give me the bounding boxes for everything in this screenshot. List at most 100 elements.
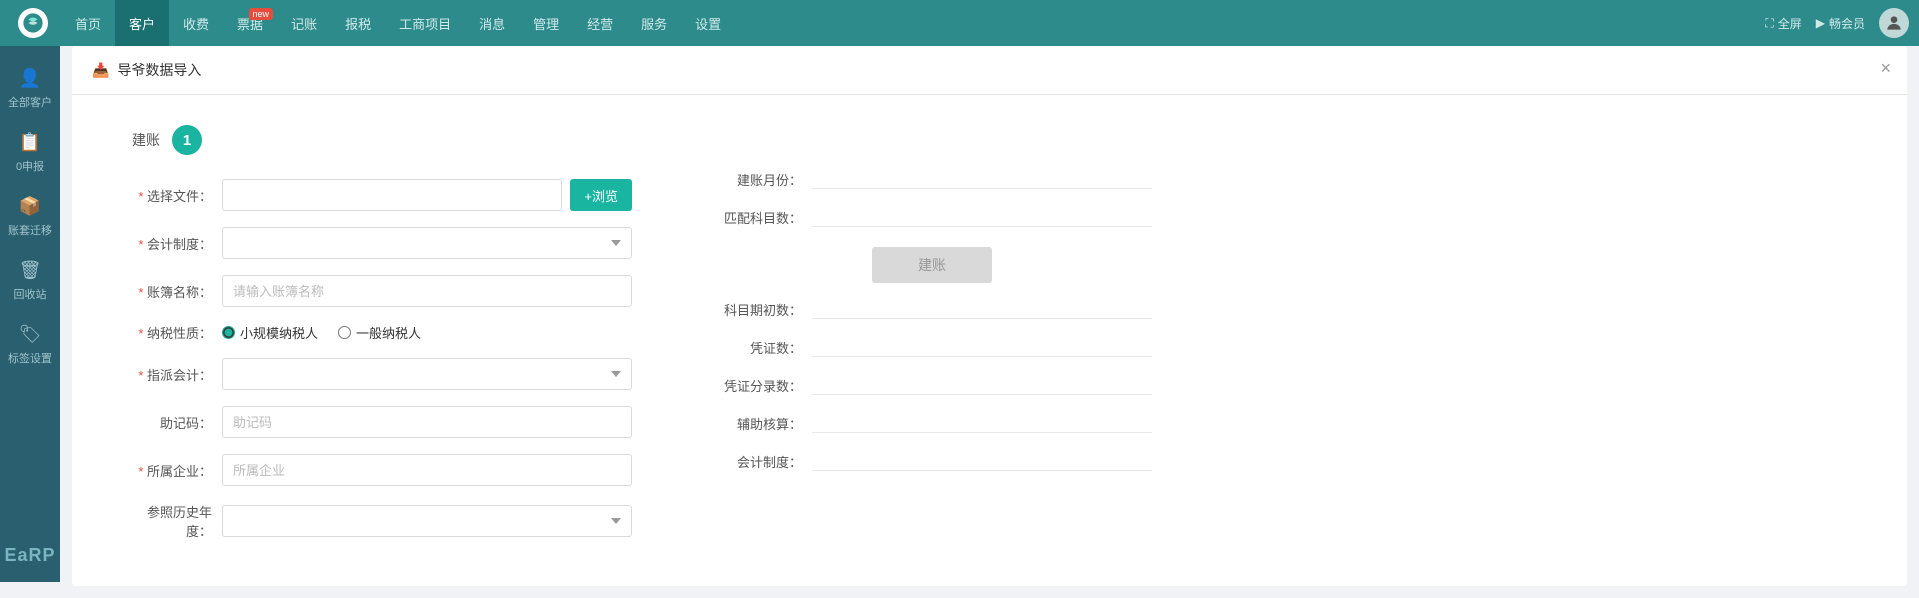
tax-type-control: 小规模纳税人 一般纳税人 — [222, 323, 632, 342]
voucher-label: 凭证数： — [712, 338, 812, 357]
membership-btn[interactable]: ▶ 畅会员 — [1816, 15, 1865, 32]
nav-item-fee[interactable]: 收费 — [169, 0, 223, 46]
top-nav: 首页 客户 收费 票据 new 记账 报税 工商项目 消息 管理 经营 服务 设… — [0, 0, 1919, 46]
file-label: 选择文件： — [132, 186, 222, 205]
tax-type-row: 纳税性质： 小规模纳税人 一般纳税人 — [132, 323, 632, 342]
step-header: 建账 1 — [132, 125, 632, 155]
ledger-name-input[interactable] — [222, 275, 632, 307]
match-subjects-row: 匹配科目数： — [712, 207, 1152, 227]
match-subjects-value — [812, 207, 1152, 227]
page-area: 📥 导爷数据导入 × 建账 1 选择文件： +浏览 — [72, 46, 1907, 586]
sidebar-item-all-clients[interactable]: 👤 全部客户 — [0, 56, 60, 120]
memo-control — [222, 406, 632, 438]
nav-item-biz[interactable]: 工商项目 — [385, 0, 465, 46]
setup-month-value — [812, 169, 1152, 189]
nav-item-tax[interactable]: 报税 — [331, 0, 385, 46]
voucher-entries-value — [812, 375, 1152, 395]
file-select-row: 选择文件： +浏览 — [132, 179, 632, 211]
company-input[interactable] — [222, 454, 632, 486]
browse-button[interactable]: +浏览 — [570, 179, 632, 211]
memo-label: 助记码： — [132, 413, 222, 432]
form-left: 建账 1 选择文件： +浏览 会计制度： — [132, 125, 632, 556]
nav-items: 首页 客户 收费 票据 new 记账 报税 工商项目 消息 管理 经营 服务 设… — [61, 0, 1765, 46]
sidebar: 👤 全部客户 📋 0申报 📦 账套迁移 🗑 回收站 🏷 标签设置 EaRP — [0, 46, 60, 582]
ledger-name-control — [222, 275, 632, 307]
membership-icon: ▶ — [1816, 16, 1825, 30]
accounting-system-select[interactable] — [222, 227, 632, 259]
accounting-system-label: 会计制度： — [132, 234, 222, 253]
radio-small-tax-input[interactable] — [222, 326, 235, 339]
user-avatar[interactable] — [1879, 8, 1909, 38]
history-year-select[interactable] — [222, 505, 632, 537]
auxiliary-value — [812, 413, 1152, 433]
page-title: 导爷数据导入 — [117, 60, 201, 80]
page-header: 📥 导爷数据导入 — [72, 46, 1907, 95]
nav-item-manage[interactable]: 管理 — [519, 0, 573, 46]
nav-item-invoice[interactable]: 票据 new — [223, 0, 277, 46]
close-button[interactable]: × — [1880, 58, 1891, 79]
nav-item-operation[interactable]: 经营 — [573, 0, 627, 46]
voucher-entries-row: 凭证分录数： — [712, 375, 1152, 395]
subject-initial-row: 科目期初数： — [712, 299, 1152, 319]
labels-icon: 🏷 — [18, 322, 42, 346]
main-content: 📥 导爷数据导入 × 建账 1 选择文件： +浏览 — [60, 46, 1919, 586]
accountant-select[interactable] — [222, 358, 632, 390]
nav-item-service[interactable]: 服务 — [627, 0, 681, 46]
accounting-system2-row: 会计制度： — [712, 451, 1152, 471]
match-subjects-label: 匹配科目数： — [712, 208, 812, 227]
logo[interactable] — [10, 0, 56, 46]
subject-initial-label: 科目期初数： — [712, 300, 812, 319]
recycle-icon: 🗑 — [18, 258, 42, 282]
accountant-control — [222, 358, 632, 390]
history-year-control — [222, 505, 632, 537]
zero-declare-icon: 📋 — [18, 130, 42, 154]
sidebar-item-migrate[interactable]: 📦 账套迁移 — [0, 184, 60, 248]
sidebar-item-labels[interactable]: 🏷 标签设置 — [0, 312, 60, 376]
step-label: 建账 — [132, 130, 160, 150]
radio-general-tax[interactable]: 一般纳税人 — [338, 323, 421, 342]
nav-item-msg[interactable]: 消息 — [465, 0, 519, 46]
tax-type-radio-group: 小规模纳税人 一般纳税人 — [222, 323, 421, 342]
nav-item-home[interactable]: 首页 — [61, 0, 115, 46]
new-badge: new — [249, 8, 274, 20]
history-year-label: 参照历史年度： — [132, 502, 222, 540]
radio-general-tax-input[interactable] — [338, 326, 351, 339]
nav-item-settings[interactable]: 设置 — [681, 0, 735, 46]
logo-icon — [18, 8, 48, 38]
auxiliary-label: 辅助核算： — [712, 414, 812, 433]
nav-item-client[interactable]: 客户 — [115, 0, 169, 46]
nav-item-bookkeeping[interactable]: 记账 — [277, 0, 331, 46]
voucher-entries-label: 凭证分录数： — [712, 376, 812, 395]
setup-month-label: 建账月份： — [712, 170, 812, 189]
company-label: 所属企业： — [132, 461, 222, 480]
accounting-system2-label: 会计制度： — [712, 452, 812, 471]
earp-text: EaRP — [4, 545, 55, 566]
form-area: 建账 1 选择文件： +浏览 会计制度： — [72, 95, 1907, 586]
import-icon: 📥 — [92, 62, 109, 79]
memo-input[interactable] — [222, 406, 632, 438]
ledger-name-row: 账簿名称： — [132, 275, 632, 307]
memo-row: 助记码： — [132, 406, 632, 438]
build-btn-wrap: 建账 — [712, 247, 1152, 283]
voucher-row: 凭证数： — [712, 337, 1152, 357]
company-control — [222, 454, 632, 486]
nav-right: ⛶ 全屏 ▶ 畅会员 — [1765, 8, 1909, 38]
setup-month-row: 建账月份： — [712, 169, 1152, 189]
sidebar-item-zero-declare[interactable]: 📋 0申报 — [0, 120, 60, 184]
company-row: 所属企业： — [132, 454, 632, 486]
all-clients-icon: 👤 — [18, 66, 42, 90]
step-circle: 1 — [172, 125, 202, 155]
fullscreen-btn[interactable]: ⛶ 全屏 — [1765, 15, 1801, 32]
sidebar-item-recycle[interactable]: 🗑 回收站 — [0, 248, 60, 312]
tax-type-label: 纳税性质： — [132, 323, 222, 342]
history-year-row: 参照历史年度： — [132, 502, 632, 540]
accountant-label: 指派会计： — [132, 365, 222, 384]
build-button[interactable]: 建账 — [872, 247, 992, 283]
ledger-name-label: 账簿名称： — [132, 282, 222, 301]
voucher-value — [812, 337, 1152, 357]
form-right: 建账月份： 匹配科目数： 建账 科目期初数： 凭证数： — [672, 125, 1152, 556]
radio-small-tax[interactable]: 小规模纳税人 — [222, 323, 318, 342]
file-input[interactable] — [222, 179, 562, 211]
accountant-row: 指派会计： — [132, 358, 632, 390]
fullscreen-icon: ⛶ — [1765, 16, 1773, 31]
